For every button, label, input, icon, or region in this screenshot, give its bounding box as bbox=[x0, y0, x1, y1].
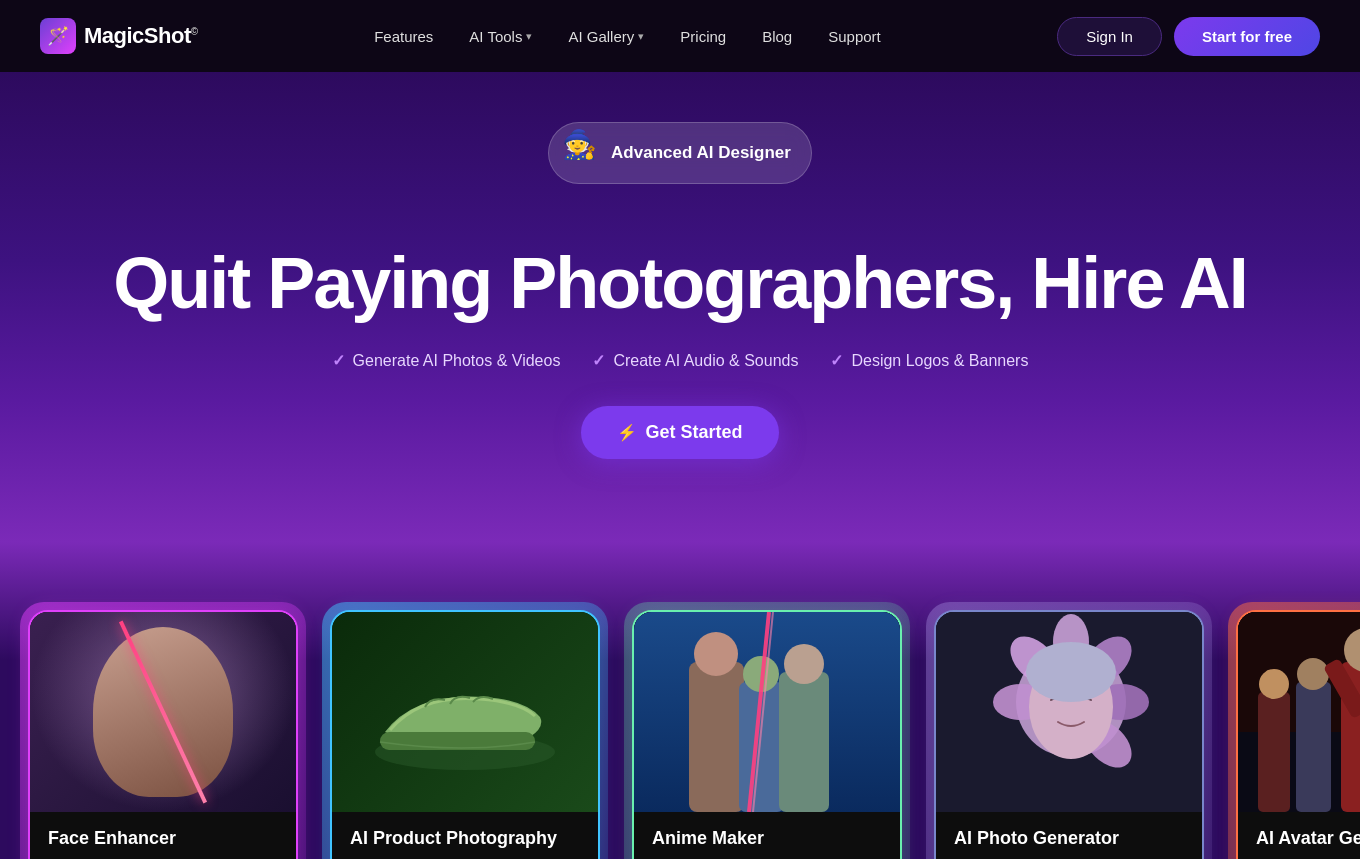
svg-rect-8 bbox=[779, 672, 829, 812]
bolt-icon: ⚡ bbox=[617, 423, 637, 442]
hero-section: 🧙 Advanced AI Designer Quit Paying Photo… bbox=[0, 72, 1360, 542]
feature-3: ✓ Design Logos & Banners bbox=[830, 351, 1028, 370]
logo-text: MagicShot© bbox=[84, 23, 198, 49]
nav-blog[interactable]: Blog bbox=[762, 28, 792, 45]
nav-ai-gallery[interactable]: AI Gallery ▾ bbox=[568, 28, 644, 45]
card-image-avatar bbox=[1238, 612, 1360, 812]
card-title-anime: Anime Maker bbox=[652, 828, 882, 849]
logo-icon: 🪄 bbox=[40, 18, 76, 54]
check-icon-3: ✓ bbox=[830, 351, 843, 370]
navbar: 🪄 MagicShot© Features AI Tools ▾ AI Gall… bbox=[0, 0, 1360, 72]
card-title-photo-gen: AI Photo Generator bbox=[954, 828, 1184, 849]
svg-rect-26 bbox=[1296, 682, 1331, 812]
card-body-photo-gen: AI Photo Generator Try Now → bbox=[936, 812, 1202, 859]
card-avatar: AI Avatar Gener... Try Now → bbox=[1236, 610, 1360, 859]
card-face-enhancer: Face Enhancer Try Now → bbox=[28, 610, 298, 859]
card-image-anime bbox=[634, 612, 900, 812]
card-body-anime: Anime Maker Try Now → bbox=[634, 812, 900, 859]
nav-links: Features AI Tools ▾ AI Gallery ▾ Pricing… bbox=[374, 28, 881, 45]
card-wrapper-avatar: AI Avatar Gener... Try Now → bbox=[1228, 602, 1360, 859]
card-photo-gen: AI Photo Generator Try Now → bbox=[934, 610, 1204, 859]
chevron-down-icon: ▾ bbox=[638, 30, 644, 43]
hero-features: ✓ Generate AI Photos & Videos ✓ Create A… bbox=[40, 351, 1320, 370]
anime-svg bbox=[634, 612, 900, 812]
card-wrapper-anime: Anime Maker Try Now → bbox=[624, 602, 910, 859]
photo-gen-svg bbox=[936, 612, 1202, 812]
card-anime: Anime Maker Try Now → bbox=[632, 610, 902, 859]
svg-point-9 bbox=[784, 644, 824, 684]
svg-point-5 bbox=[694, 632, 738, 676]
svg-point-25 bbox=[1259, 669, 1289, 699]
check-icon-1: ✓ bbox=[332, 351, 345, 370]
nav-pricing[interactable]: Pricing bbox=[680, 28, 726, 45]
signin-button[interactable]: Sign In bbox=[1057, 17, 1162, 56]
feature-1: ✓ Generate AI Photos & Videos bbox=[332, 351, 561, 370]
badge-label: Advanced AI Designer bbox=[611, 143, 791, 163]
card-product: AI Product Photography Try Now → bbox=[330, 610, 600, 859]
card-title-product: AI Product Photography bbox=[350, 828, 580, 849]
feature-2: ✓ Create AI Audio & Sounds bbox=[592, 351, 798, 370]
nav-features[interactable]: Features bbox=[374, 28, 433, 45]
shoe-svg bbox=[365, 642, 565, 782]
svg-rect-4 bbox=[689, 662, 744, 812]
card-image-product bbox=[332, 612, 598, 812]
nav-support[interactable]: Support bbox=[828, 28, 881, 45]
card-body-avatar: AI Avatar Gener... Try Now → bbox=[1238, 812, 1360, 859]
start-free-button[interactable]: Start for free bbox=[1174, 17, 1320, 56]
card-body-face-enhancer: Face Enhancer Try Now → bbox=[30, 812, 296, 859]
svg-rect-24 bbox=[1258, 692, 1290, 812]
card-image-photo-gen bbox=[936, 612, 1202, 812]
cards-row: Face Enhancer Try Now → bbox=[0, 602, 1360, 859]
card-wrapper-photo-gen: AI Photo Generator Try Now → bbox=[926, 602, 1212, 859]
check-icon-2: ✓ bbox=[592, 351, 605, 370]
card-wrapper-face-enhancer: Face Enhancer Try Now → bbox=[20, 602, 306, 859]
svg-point-27 bbox=[1297, 658, 1329, 690]
avatar-svg bbox=[1238, 612, 1360, 812]
card-title-face-enhancer: Face Enhancer bbox=[48, 828, 278, 849]
wizard-icon: 🧙 bbox=[557, 131, 601, 175]
card-title-avatar: AI Avatar Gener... bbox=[1256, 828, 1360, 849]
get-started-button[interactable]: ⚡ Get Started bbox=[581, 406, 778, 459]
card-image-face-enhancer bbox=[30, 612, 296, 812]
card-wrapper-product: AI Product Photography Try Now → bbox=[322, 602, 608, 859]
hero-badge: 🧙 Advanced AI Designer bbox=[548, 122, 812, 184]
nav-ai-tools[interactable]: AI Tools ▾ bbox=[469, 28, 532, 45]
chevron-down-icon: ▾ bbox=[526, 30, 532, 43]
svg-point-21 bbox=[1026, 642, 1116, 702]
card-body-product: AI Product Photography Try Now → bbox=[332, 812, 598, 859]
cards-section: Face Enhancer Try Now → bbox=[0, 542, 1360, 859]
nav-actions: Sign In Start for free bbox=[1057, 17, 1320, 56]
logo[interactable]: 🪄 MagicShot© bbox=[40, 18, 198, 54]
hero-title: Quit Paying Photographers, Hire AI bbox=[40, 244, 1320, 323]
